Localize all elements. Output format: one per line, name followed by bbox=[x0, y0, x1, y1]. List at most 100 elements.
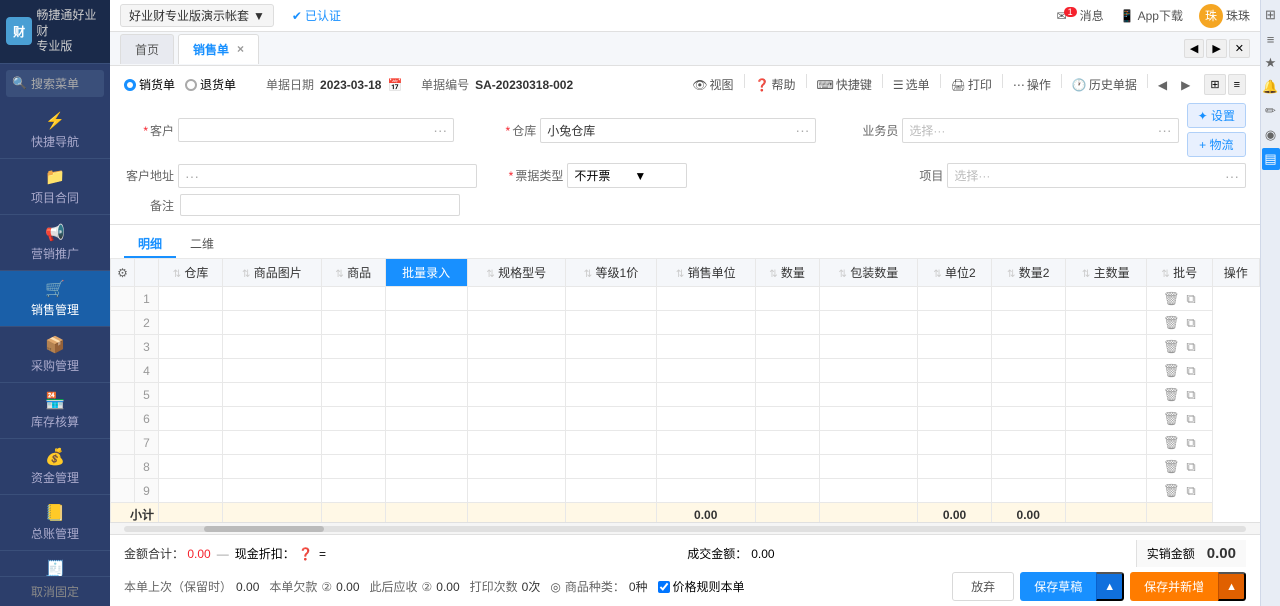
cell-6-2[interactable] bbox=[321, 431, 385, 455]
view-button[interactable]: 👁 视图 bbox=[688, 74, 737, 95]
cell-4-3[interactable] bbox=[385, 383, 467, 407]
delete-row-button[interactable]: 🗑 bbox=[1161, 411, 1182, 427]
cell-3-5[interactable] bbox=[566, 359, 657, 383]
copy-row-button[interactable]: ⧉ bbox=[1184, 339, 1197, 355]
bell-icon[interactable]: 🔔 bbox=[1262, 76, 1280, 98]
settings-column-header[interactable]: ⚙ bbox=[111, 259, 135, 287]
cell-7-5[interactable] bbox=[566, 455, 657, 479]
cell-5-7[interactable] bbox=[755, 407, 819, 431]
cell-0-9[interactable] bbox=[918, 287, 992, 311]
prev-doc-button[interactable]: ◀ bbox=[1154, 74, 1171, 95]
scroll-thumb[interactable] bbox=[204, 526, 324, 532]
cell-3-10[interactable] bbox=[991, 359, 1065, 383]
tab-close-all-button[interactable]: ✕ bbox=[1229, 39, 1250, 58]
cell-7-2[interactable] bbox=[321, 455, 385, 479]
cell-1-3[interactable] bbox=[385, 311, 467, 335]
cell-8-4[interactable] bbox=[467, 479, 566, 503]
cell-3-1[interactable] bbox=[223, 359, 322, 383]
cell-2-3[interactable] bbox=[385, 335, 467, 359]
edit-icon[interactable]: ✏ bbox=[1262, 100, 1280, 122]
cell-2-2[interactable] bbox=[321, 335, 385, 359]
save-new-button[interactable]: 保存并新增 bbox=[1130, 572, 1218, 601]
cell-4-2[interactable] bbox=[321, 383, 385, 407]
cell-8-2[interactable] bbox=[321, 479, 385, 503]
history-button[interactable]: 🕐 历史单据 bbox=[1068, 74, 1141, 95]
subtab-2d[interactable]: 二维 bbox=[176, 231, 228, 258]
copy-row-button[interactable]: ⧉ bbox=[1184, 483, 1197, 499]
cell-7-4[interactable] bbox=[467, 455, 566, 479]
cell-3-8[interactable] bbox=[819, 359, 918, 383]
cell-5-2[interactable] bbox=[321, 407, 385, 431]
th-main-qty[interactable]: ⇅ 主数量 bbox=[1065, 259, 1146, 287]
cell-7-10[interactable] bbox=[991, 455, 1065, 479]
project-dots[interactable]: ··· bbox=[1225, 168, 1239, 184]
cell-6-1[interactable] bbox=[223, 431, 322, 455]
th-product-img[interactable]: ⇅ 商品图片 bbox=[223, 259, 322, 287]
cell-0-11[interactable] bbox=[1065, 287, 1146, 311]
cell-2-8[interactable] bbox=[819, 335, 918, 359]
grid-view-button[interactable]: ⊞ bbox=[1204, 74, 1225, 95]
cell-2-10[interactable] bbox=[991, 335, 1065, 359]
th-sales-unit[interactable]: ⇅ 销售单位 bbox=[656, 259, 755, 287]
customer-input[interactable]: ··· bbox=[178, 118, 454, 142]
warehouse-input[interactable]: 小兔仓库 ··· bbox=[540, 118, 816, 143]
cell-6-11[interactable] bbox=[1065, 431, 1146, 455]
cell-5-8[interactable] bbox=[819, 407, 918, 431]
cell-5-11[interactable] bbox=[1065, 407, 1146, 431]
delete-row-button[interactable]: 🗑 bbox=[1161, 363, 1182, 379]
cell-0-7[interactable] bbox=[755, 287, 819, 311]
cell-3-7[interactable] bbox=[755, 359, 819, 383]
cell-6-3[interactable] bbox=[385, 431, 467, 455]
cell-0-3[interactable] bbox=[385, 287, 467, 311]
cell-7-9[interactable] bbox=[918, 455, 992, 479]
delete-row-button[interactable]: 🗑 bbox=[1161, 339, 1182, 355]
cell-5-6[interactable] bbox=[656, 407, 755, 431]
cell-2-7[interactable] bbox=[755, 335, 819, 359]
cell-1-0[interactable] bbox=[159, 311, 223, 335]
cell-7-1[interactable] bbox=[223, 455, 322, 479]
th-pack-qty[interactable]: ⇅ 包装数量 bbox=[819, 259, 918, 287]
cell-1-9[interactable] bbox=[918, 311, 992, 335]
cell-2-4[interactable] bbox=[467, 335, 566, 359]
cell-1-7[interactable] bbox=[755, 311, 819, 335]
list-view-button[interactable]: ≡ bbox=[1228, 74, 1246, 95]
cell-3-0[interactable] bbox=[159, 359, 223, 383]
cell-4-10[interactable] bbox=[991, 383, 1065, 407]
cell-8-1[interactable] bbox=[223, 479, 322, 503]
add-logistics-button[interactable]: + 物流 bbox=[1187, 132, 1246, 157]
cell-4-6[interactable] bbox=[656, 383, 755, 407]
cell-4-0[interactable] bbox=[159, 383, 223, 407]
cell-8-6[interactable] bbox=[656, 479, 755, 503]
search-menu-button[interactable]: 🔍 搜索菜单 bbox=[6, 70, 104, 97]
sidebar-item-general[interactable]: 📒总账管理 bbox=[0, 495, 110, 551]
price-rule-checkbox[interactable]: 价格规则本单 bbox=[658, 578, 745, 595]
shortcut-button[interactable]: ⌨ 快捷键 bbox=[813, 74, 876, 95]
cell-2-11[interactable] bbox=[1065, 335, 1146, 359]
cell-4-7[interactable] bbox=[755, 383, 819, 407]
invoice-select[interactable]: 不开票 ▼ bbox=[567, 163, 687, 188]
setup-button[interactable]: ✦ 设置 bbox=[1187, 103, 1246, 128]
select-button[interactable]: ☰ 选单 bbox=[889, 74, 934, 95]
cell-6-8[interactable] bbox=[819, 431, 918, 455]
cell-4-1[interactable] bbox=[223, 383, 322, 407]
cell-0-6[interactable] bbox=[656, 287, 755, 311]
salesperson-input[interactable]: 选择··· ··· bbox=[902, 118, 1178, 143]
cell-1-11[interactable] bbox=[1065, 311, 1146, 335]
cell-8-8[interactable] bbox=[819, 479, 918, 503]
delete-row-button[interactable]: 🗑 bbox=[1161, 435, 1182, 451]
save-new-arrow-button[interactable]: ▲ bbox=[1218, 572, 1246, 601]
cell-2-1[interactable] bbox=[223, 335, 322, 359]
app-download-button[interactable]: 📱 App下载 bbox=[1120, 7, 1183, 24]
save-draft-button[interactable]: 保存草稿 bbox=[1020, 572, 1096, 601]
cell-6-7[interactable] bbox=[755, 431, 819, 455]
cell-1-8[interactable] bbox=[819, 311, 918, 335]
tab-next-button[interactable]: ▶ bbox=[1206, 39, 1226, 58]
tab-home[interactable]: 首页 bbox=[120, 34, 174, 64]
address-dots[interactable]: ··· bbox=[185, 168, 199, 184]
grid-icon[interactable]: ⊞ bbox=[1262, 4, 1280, 26]
horizontal-scrollbar[interactable] bbox=[110, 522, 1260, 534]
warehouse-dots[interactable]: ··· bbox=[795, 122, 809, 138]
abandon-button[interactable]: 放弃 bbox=[952, 572, 1014, 601]
list-icon[interactable]: ≡ bbox=[1262, 28, 1280, 50]
sidebar-item-invoice[interactable]: 🧾发票管理 bbox=[0, 551, 110, 576]
